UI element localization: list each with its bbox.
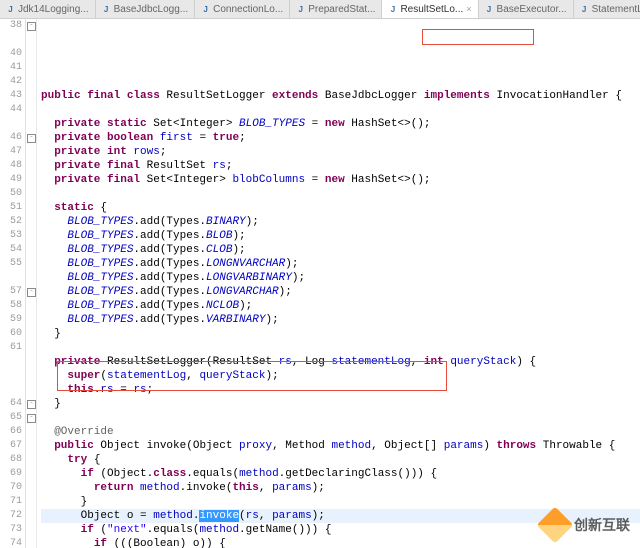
editor-tabbar: JJdk14Logging... JBaseJdbcLogg... JConne… xyxy=(0,0,640,19)
close-icon[interactable]: × xyxy=(466,4,471,14)
java-icon: J xyxy=(102,5,111,14)
watermark: 创新互联 xyxy=(542,512,630,538)
tab-statementlogg[interactable]: JStatementLogg... xyxy=(574,0,640,18)
tab-connectionlo[interactable]: JConnectionLo... xyxy=(195,0,290,18)
code-editor[interactable]: 3840414243444647484950515253545557585960… xyxy=(0,19,640,548)
code-area[interactable]: public final class ResultSetLogger exten… xyxy=(37,19,640,548)
fold-gutter: ----- xyxy=(26,19,37,548)
line-number-gutter: 3840414243444647484950515253545557585960… xyxy=(0,19,26,548)
java-icon: J xyxy=(201,5,210,14)
tab-basejdbclogg[interactable]: JBaseJdbcLogg... xyxy=(96,0,196,18)
highlight-box-implements xyxy=(422,29,534,45)
java-icon: J xyxy=(485,5,494,14)
tab-preparedstat[interactable]: JPreparedStat... xyxy=(290,0,382,18)
java-icon: J xyxy=(296,5,305,14)
tab-baseexecutor[interactable]: JBaseExecutor... xyxy=(479,0,574,18)
java-icon: J xyxy=(388,5,397,14)
watermark-logo-icon xyxy=(537,507,574,544)
java-icon: J xyxy=(6,5,15,14)
tab-resultsetlo[interactable]: JResultSetLo...× xyxy=(382,0,478,18)
tab-jdk14logging[interactable]: JJdk14Logging... xyxy=(0,0,96,18)
java-icon: J xyxy=(580,5,589,14)
watermark-text: 创新互联 xyxy=(574,515,630,535)
